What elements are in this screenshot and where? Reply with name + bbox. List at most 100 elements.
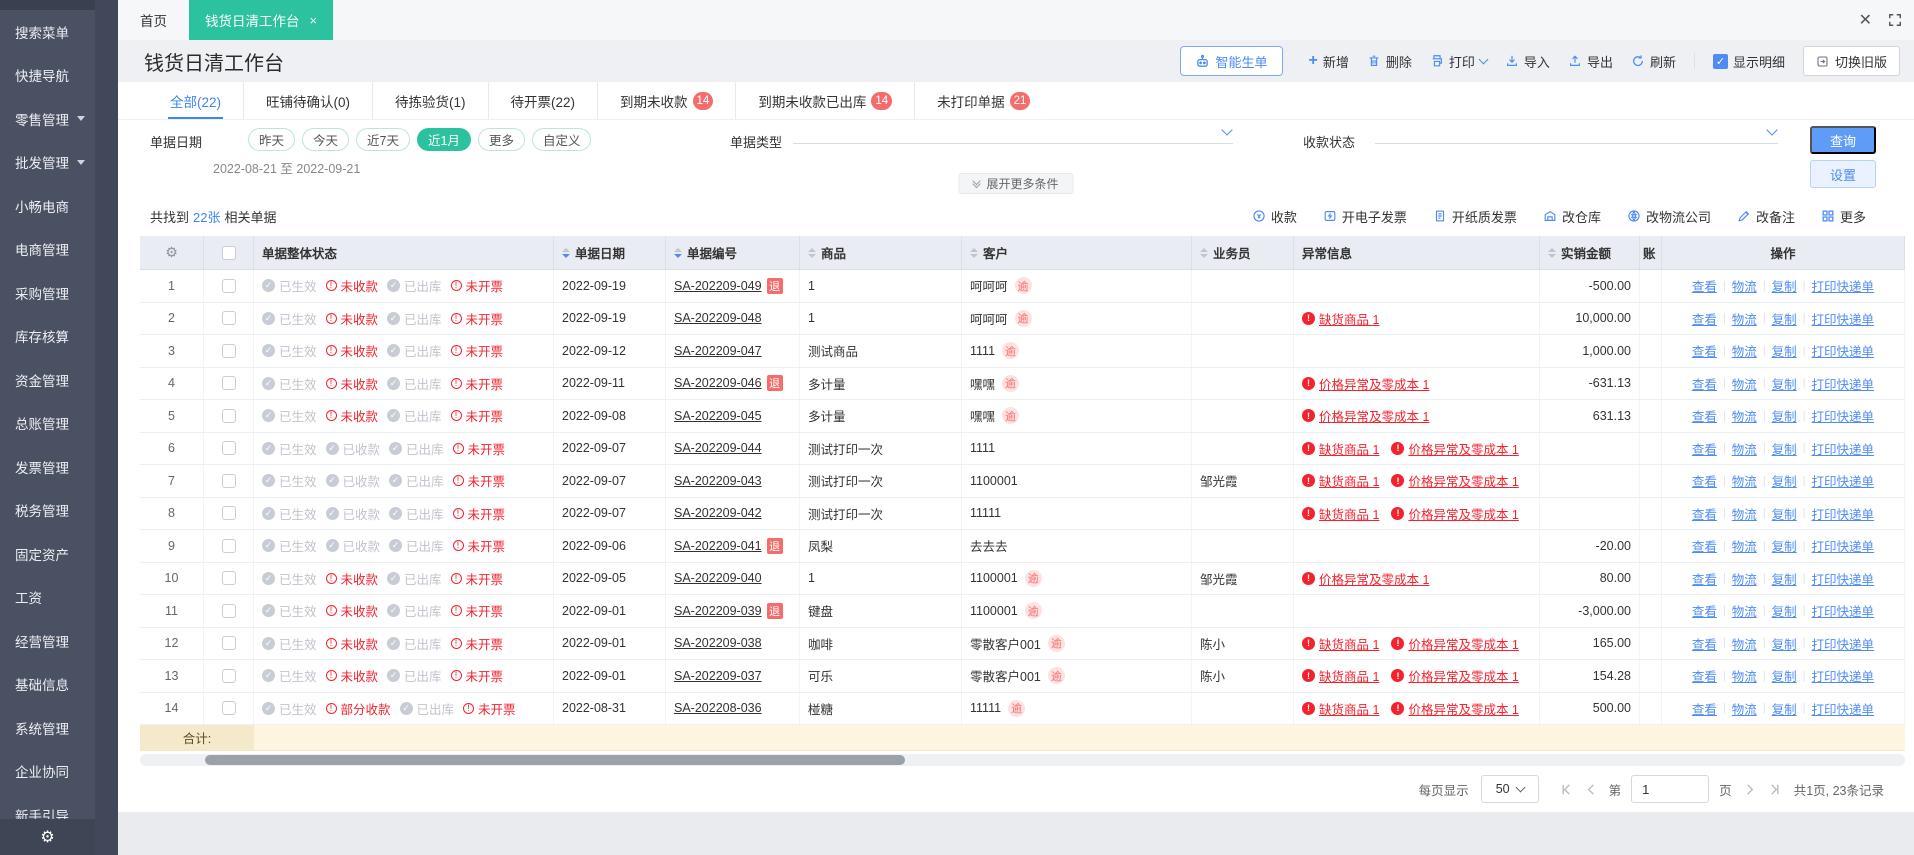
row-action-link[interactable]: 物流 (1732, 536, 1757, 555)
sidebar-settings-button[interactable]: ⚙ (0, 819, 95, 855)
sort-icon[interactable] (1200, 247, 1208, 258)
sidebar-item[interactable]: 税务管理 (0, 489, 95, 533)
date-quick-pill[interactable]: 近1月 (416, 128, 471, 151)
column-header[interactable]: 商品 (800, 236, 962, 269)
date-quick-pill[interactable]: 近7天 (356, 128, 410, 151)
row-checkbox[interactable] (221, 311, 236, 326)
order-number-link[interactable]: SA-202209-043 (674, 474, 762, 488)
sidebar-item[interactable]: 批发管理 (0, 141, 95, 185)
e-invoice-button[interactable]: 开电子发票 (1323, 207, 1407, 226)
next-page-icon[interactable] (1742, 782, 1757, 797)
column-header[interactable]: 操作 (1662, 236, 1905, 269)
order-number-link[interactable]: SA-202209-042 (674, 506, 762, 520)
row-action-link[interactable]: 查看 (1692, 374, 1717, 393)
row-checkbox[interactable] (221, 603, 236, 618)
exception-link[interactable]: ! 价格异常及零成本 1 (1391, 634, 1519, 653)
sidebar-item[interactable]: 零售管理 (0, 97, 95, 141)
fullscreen-icon[interactable] (1888, 13, 1902, 27)
order-number-link[interactable]: SA-202209-041 (674, 539, 762, 553)
row-action-link[interactable]: 打印快递单 (1812, 309, 1875, 328)
date-quick-pill[interactable]: 自定义 (531, 128, 592, 151)
row-action-link[interactable]: 物流 (1732, 601, 1757, 620)
row-action-link[interactable]: 物流 (1732, 276, 1757, 295)
row-action-link[interactable]: 复制 (1772, 666, 1797, 685)
row-action-link[interactable]: 打印快递单 (1812, 569, 1875, 588)
per-page-select[interactable]: 50 (1480, 775, 1539, 803)
row-checkbox[interactable] (221, 506, 236, 521)
sort-icon[interactable] (808, 247, 816, 258)
last-page-icon[interactable] (1767, 782, 1782, 797)
exception-link[interactable]: ! 价格异常及零成本 1 (1302, 374, 1429, 393)
exception-link[interactable]: ! 缺货商品 1 (1302, 634, 1379, 653)
sidebar-item[interactable]: 发票管理 (0, 445, 95, 489)
date-quick-pill[interactable]: 昨天 (248, 128, 296, 151)
sidebar-item[interactable]: 固定资产 (0, 532, 95, 576)
row-action-link[interactable]: 复制 (1772, 471, 1797, 490)
more-actions-button[interactable]: 更多 (1821, 207, 1866, 226)
order-number-link[interactable]: SA-202209-037 (674, 669, 762, 683)
row-action-link[interactable]: 打印快递单 (1812, 374, 1875, 393)
row-checkbox[interactable] (221, 538, 236, 553)
exception-link[interactable]: ! 缺货商品 1 (1302, 471, 1379, 490)
row-checkbox[interactable] (221, 343, 236, 358)
export-button[interactable]: 导出 (1568, 52, 1613, 71)
row-action-link[interactable]: 复制 (1772, 374, 1797, 393)
row-action-link[interactable]: 复制 (1772, 504, 1797, 523)
filter-tab[interactable]: 全部(22) (148, 82, 243, 119)
row-action-link[interactable]: 查看 (1692, 439, 1717, 458)
row-action-link[interactable]: 复制 (1772, 634, 1797, 653)
switch-old-version-button[interactable]: 切换旧版 (1802, 46, 1900, 76)
row-action-link[interactable]: 物流 (1732, 634, 1757, 653)
filter-tab[interactable]: 到期未收款已出库 14 (735, 82, 914, 119)
sidebar-item[interactable]: 工资 (0, 576, 95, 620)
row-checkbox[interactable] (221, 473, 236, 488)
prev-page-icon[interactable] (1584, 782, 1599, 797)
row-checkbox[interactable] (221, 441, 236, 456)
sidebar-item[interactable]: 采购管理 (0, 271, 95, 315)
order-number-link[interactable]: SA-202209-048 (674, 311, 762, 325)
filter-tab[interactable]: 待开票(22) (487, 82, 598, 119)
row-action-link[interactable]: 查看 (1692, 536, 1717, 555)
show-detail-toggle[interactable]: ✓ 显示明细 (1712, 52, 1785, 71)
sidebar-item[interactable]: 基础信息 (0, 663, 95, 707)
close-tab-icon[interactable]: × (310, 13, 318, 28)
column-header[interactable]: 业务员 (1192, 236, 1294, 269)
column-header[interactable]: 单据日期 (554, 236, 666, 269)
row-action-link[interactable]: 打印快递单 (1812, 406, 1875, 425)
row-checkbox[interactable] (221, 376, 236, 391)
row-action-link[interactable]: 查看 (1692, 634, 1717, 653)
row-action-link[interactable]: 物流 (1732, 374, 1757, 393)
row-action-link[interactable]: 查看 (1692, 276, 1717, 295)
row-action-link[interactable]: 查看 (1692, 666, 1717, 685)
row-action-link[interactable]: 物流 (1732, 309, 1757, 328)
print-button[interactable]: 打印 (1430, 52, 1489, 71)
date-quick-pill[interactable]: 更多 (477, 128, 525, 151)
row-action-link[interactable]: 打印快递单 (1812, 666, 1875, 685)
row-action-link[interactable]: 查看 (1692, 601, 1717, 620)
filter-tab[interactable]: 到期未收款 14 (597, 82, 735, 119)
row-checkbox[interactable] (221, 571, 236, 586)
tab-home[interactable]: 首页 (118, 0, 189, 40)
sort-icon[interactable] (1548, 247, 1556, 258)
column-header[interactable]: 客户 (962, 236, 1192, 269)
row-action-link[interactable]: 打印快递单 (1812, 276, 1875, 295)
row-action-link[interactable]: 物流 (1732, 341, 1757, 360)
row-checkbox[interactable] (221, 668, 236, 683)
row-action-link[interactable]: 物流 (1732, 666, 1757, 685)
row-action-link[interactable]: 打印快递单 (1812, 439, 1875, 458)
row-action-link[interactable]: 复制 (1772, 406, 1797, 425)
row-action-link[interactable]: 查看 (1692, 341, 1717, 360)
new-button[interactable]: + 新增 (1309, 52, 1349, 71)
row-checkbox[interactable] (221, 636, 236, 651)
row-checkbox[interactable] (221, 701, 236, 716)
row-action-link[interactable]: 复制 (1772, 309, 1797, 328)
row-action-link[interactable]: 打印快递单 (1812, 601, 1875, 620)
row-action-link[interactable]: 物流 (1732, 569, 1757, 588)
row-action-link[interactable]: 查看 (1692, 699, 1717, 718)
exception-link[interactable]: ! 缺货商品 1 (1302, 439, 1379, 458)
change-remark-button[interactable]: 改备注 (1737, 207, 1795, 226)
exception-link[interactable]: ! 缺货商品 1 (1302, 666, 1379, 685)
sidebar-item[interactable]: 快捷导航 (0, 54, 95, 98)
row-action-link[interactable]: 打印快递单 (1812, 536, 1875, 555)
column-header[interactable]: 异常信息 (1294, 236, 1540, 269)
